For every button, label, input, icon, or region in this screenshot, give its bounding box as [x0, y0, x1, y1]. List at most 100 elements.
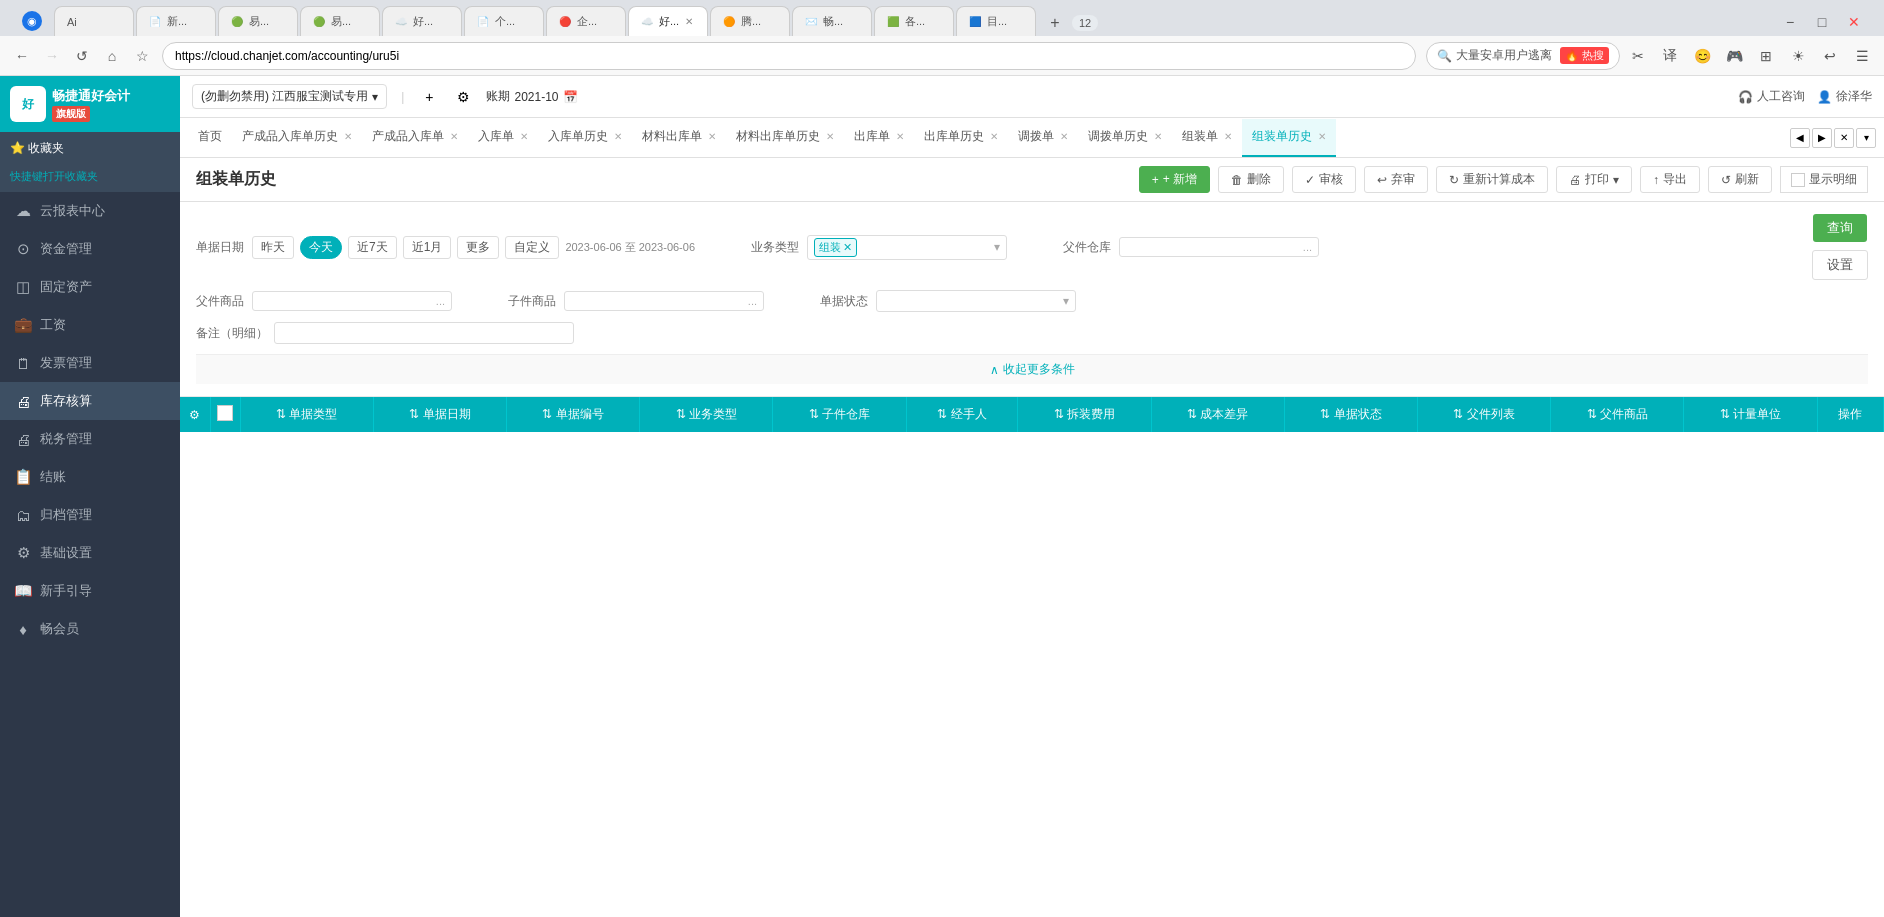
top-tab-assemble-hist-close[interactable]: ✕ — [1318, 131, 1326, 142]
sidebar-item-inventory[interactable]: 🖨 库存核算 — [0, 382, 180, 420]
user-menu[interactable]: 👤 徐泽华 — [1817, 88, 1872, 105]
minimize-btn[interactable]: − — [1776, 8, 1804, 36]
top-tab-production-in[interactable]: 产成品入库单 ✕ — [362, 119, 468, 157]
game-btn[interactable]: 🎮 — [1720, 42, 1748, 70]
sidebar-item-fixed-assets[interactable]: ◫ 固定资产 — [0, 268, 180, 306]
translate-btn[interactable]: 译 — [1656, 42, 1684, 70]
audit-btn[interactable]: ✓ 审核 — [1292, 166, 1356, 193]
top-tab-out-order[interactable]: 出库单 ✕ — [844, 119, 914, 157]
refresh-btn[interactable]: ↺ 刷新 — [1708, 166, 1772, 193]
help-btn[interactable]: 🎧 人工咨询 — [1738, 88, 1805, 105]
recalc-cost-btn[interactable]: ↻ 重新计算成本 — [1436, 166, 1548, 193]
top-tab-material-out-history[interactable]: 材料出库单历史 ✕ — [726, 119, 844, 157]
th-disassemble-cost[interactable]: ⇅ 拆装费用 — [1018, 397, 1151, 432]
browser-tab-3[interactable]: 🟢 易... — [218, 6, 298, 36]
top-tab-assemble[interactable]: 组装单 ✕ — [1172, 119, 1242, 157]
emoji-btn[interactable]: 😊 — [1688, 42, 1716, 70]
sidebar-bookmark-sub[interactable]: 快捷键打开收藏夹 — [0, 165, 180, 192]
date-today-btn[interactable]: 今天 — [300, 236, 342, 259]
add-company-btn[interactable]: + — [418, 86, 440, 108]
th-handler[interactable]: ⇅ 经手人 — [906, 397, 1018, 432]
tab-controls[interactable]: + 12 — [1042, 10, 1098, 36]
top-tab-out-history[interactable]: 出库单历史 ✕ — [914, 119, 1008, 157]
top-tab-transfer-close[interactable]: ✕ — [1060, 131, 1068, 142]
date-yesterday-btn[interactable]: 昨天 — [252, 236, 294, 259]
star-btn[interactable]: ☆ — [128, 42, 156, 70]
top-tab-out-order-close[interactable]: ✕ — [896, 131, 904, 142]
sidebar-item-tax[interactable]: 🖨 税务管理 — [0, 420, 180, 458]
top-tab-mat-out-close[interactable]: ✕ — [708, 131, 716, 142]
parent-item-more-btn[interactable]: ... — [436, 295, 445, 307]
sidebar-item-archive[interactable]: 🗂 归档管理 — [0, 496, 180, 534]
show-detail-checkbox[interactable]: 显示明细 — [1780, 166, 1868, 193]
browser-tab-11[interactable]: 🟩 各... — [874, 6, 954, 36]
tab-more-options[interactable]: ▾ — [1856, 128, 1876, 148]
brightness-btn[interactable]: ☀ — [1784, 42, 1812, 70]
business-type-input[interactable]: 组装 ✕ ▾ — [807, 235, 1007, 260]
select-all-checkbox[interactable] — [217, 405, 233, 421]
parent-warehouse-more[interactable]: ... — [1303, 241, 1312, 253]
tab-scroll-right[interactable]: ▶ — [1812, 128, 1832, 148]
th-cost-diff[interactable]: ⇅ 成本差异 — [1151, 397, 1284, 432]
browser-tab-10[interactable]: ✉️ 畅... — [792, 6, 872, 36]
delete-btn[interactable]: 🗑 删除 — [1218, 166, 1284, 193]
th-bill-type[interactable]: ⇅ 单据类型 — [240, 397, 373, 432]
sidebar-item-member[interactable]: ♦ 畅会员 — [0, 610, 180, 648]
date-custom-btn[interactable]: 自定义 — [505, 236, 559, 259]
top-tab-transfer-history[interactable]: 调拨单历史 ✕ — [1078, 119, 1172, 157]
sidebar-bookmark[interactable]: ⭐ 收藏夹 — [0, 132, 180, 165]
sidebar-item-cloud-report[interactable]: ☁ 云报表中心 — [0, 192, 180, 230]
top-tab-production-in-history[interactable]: 产成品入库单历史 ✕ — [232, 119, 362, 157]
search-box[interactable]: 🔍 大量安卓用户逃离 🔥 热搜 — [1426, 42, 1620, 70]
top-tab-mat-out-hist-close[interactable]: ✕ — [826, 131, 834, 142]
browser-tab-5[interactable]: ☁️ 好... — [382, 6, 462, 36]
date-7days-btn[interactable]: 近7天 — [348, 236, 397, 259]
settings-gear-btn[interactable]: ⚙ — [452, 86, 474, 108]
top-tab-in-order-close[interactable]: ✕ — [520, 131, 528, 142]
th-parent-list[interactable]: ⇅ 父件列表 — [1417, 397, 1550, 432]
tab-close-current[interactable]: ✕ — [1834, 128, 1854, 148]
scissors-btn[interactable]: ✂ — [1624, 42, 1652, 70]
browser-tab-2[interactable]: 📄 新... — [136, 6, 216, 36]
add-btn[interactable]: + + 新增 — [1139, 166, 1210, 193]
undo-btn[interactable]: ↩ — [1816, 42, 1844, 70]
note-input[interactable] — [274, 322, 574, 344]
tab-8-close[interactable]: ✕ — [685, 16, 693, 27]
top-tab-transfer-hist-close[interactable]: ✕ — [1154, 131, 1162, 142]
query-btn[interactable]: 查询 — [1813, 214, 1867, 242]
browser-tab-4[interactable]: 🟢 易... — [300, 6, 380, 36]
parent-item-input[interactable]: ... — [252, 291, 452, 311]
browser-tab-8[interactable]: ☁️ 好... ✕ — [628, 6, 708, 36]
child-item-more-btn[interactable]: ... — [748, 295, 757, 307]
top-tab-in-hist-close[interactable]: ✕ — [614, 131, 622, 142]
child-item-input[interactable]: ... — [564, 291, 764, 311]
period-selector[interactable]: 账期 2021-10 📅 — [486, 88, 577, 105]
unaudit-btn[interactable]: ↩ 弃审 — [1364, 166, 1428, 193]
top-tab-in-history[interactable]: 入库单历史 ✕ — [538, 119, 632, 157]
th-bill-date[interactable]: ⇅ 单据日期 — [373, 397, 506, 432]
browser-tab-9[interactable]: 🟠 腾... — [710, 6, 790, 36]
window-controls[interactable]: − □ ✕ — [1776, 8, 1868, 36]
date-1month-btn[interactable]: 近1月 — [403, 236, 452, 259]
forward-btn[interactable]: → — [38, 42, 66, 70]
grid-btn[interactable]: ⊞ — [1752, 42, 1780, 70]
top-tab-home[interactable]: 首页 — [188, 119, 232, 157]
date-more-btn[interactable]: 更多 — [457, 236, 499, 259]
top-tab-assemble-close[interactable]: ✕ — [1224, 131, 1232, 142]
company-selector[interactable]: (勿删勿禁用) 江西服宝测试专用 ▾ — [192, 84, 387, 109]
print-btn[interactable]: 🖨 打印 ▾ — [1556, 166, 1632, 193]
filter-setting-btn[interactable]: 设置 — [1812, 250, 1868, 280]
close-btn[interactable]: ✕ — [1840, 8, 1868, 36]
browser-tab-6[interactable]: 📄 个... — [464, 6, 544, 36]
business-type-dropdown[interactable]: ▾ — [994, 240, 1000, 254]
sidebar-item-salary[interactable]: 💼 工资 — [0, 306, 180, 344]
collapse-bar[interactable]: ∧ 收起更多条件 — [196, 354, 1868, 384]
top-tab-in-order[interactable]: 入库单 ✕ — [468, 119, 538, 157]
th-checkbox[interactable] — [210, 397, 240, 432]
top-tab-transfer[interactable]: 调拨单 ✕ — [1008, 119, 1078, 157]
sidebar-item-settle[interactable]: 📋 结账 — [0, 458, 180, 496]
tab-scroll-left[interactable]: ◀ — [1790, 128, 1810, 148]
sidebar-item-settings[interactable]: ⚙ 基础设置 — [0, 534, 180, 572]
top-tab-material-out[interactable]: 材料出库单 ✕ — [632, 119, 726, 157]
browser-tab-12[interactable]: 🟦 目... — [956, 6, 1036, 36]
